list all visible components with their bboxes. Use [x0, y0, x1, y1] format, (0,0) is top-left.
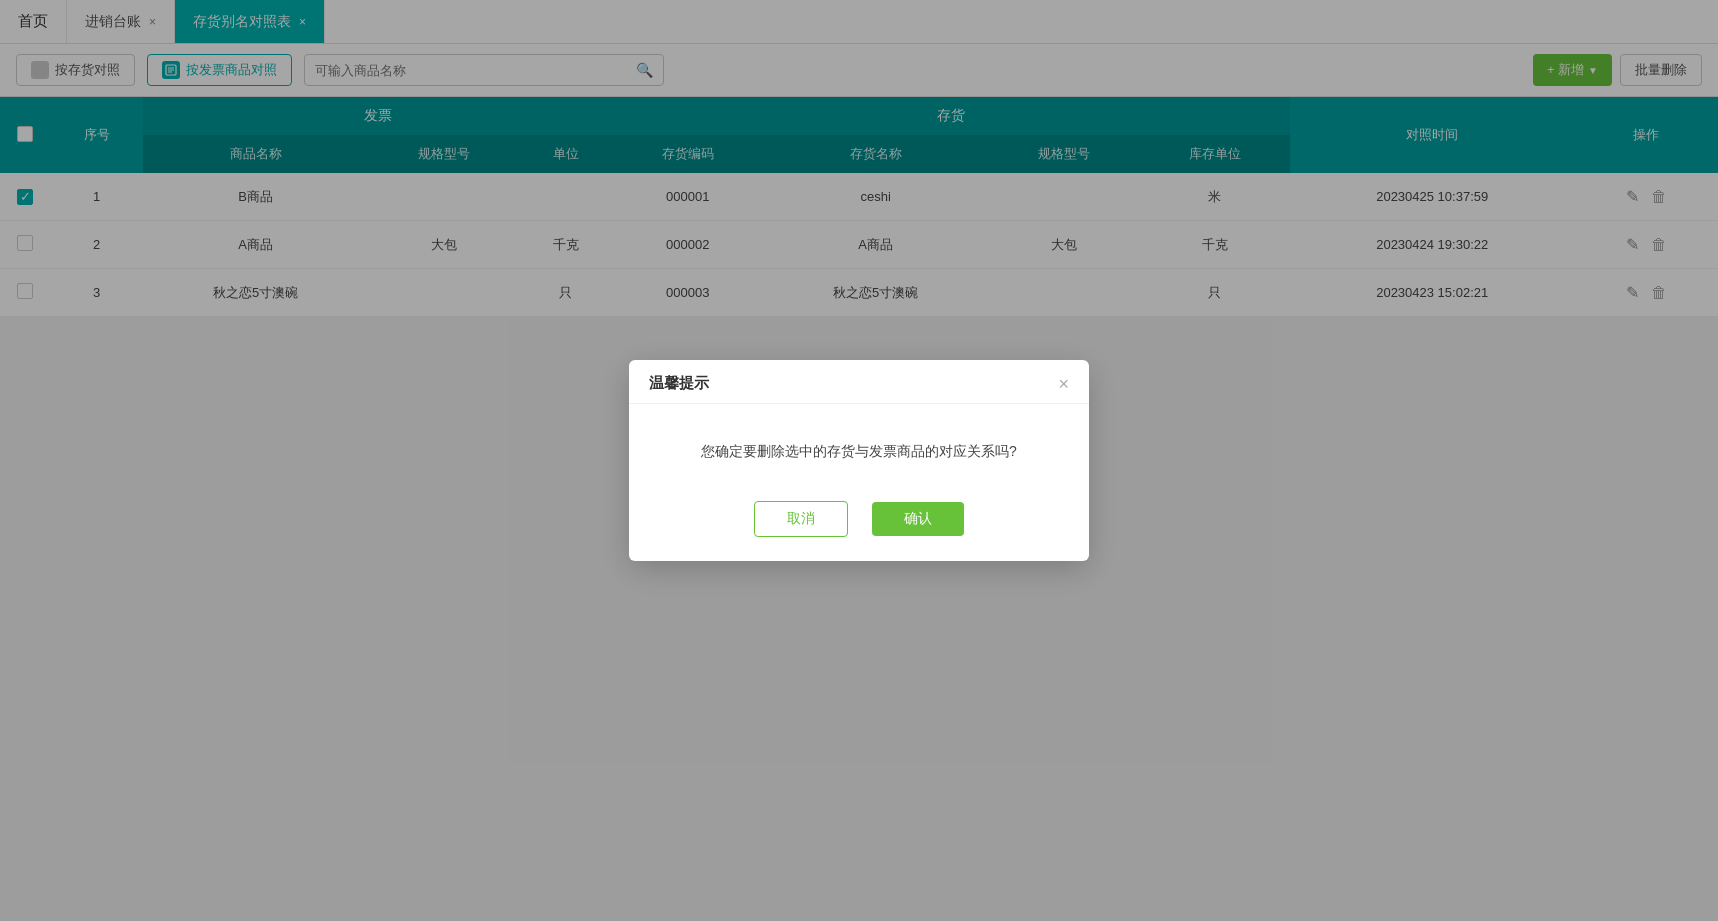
modal-overlay: 温馨提示 × 您确定要删除选中的存货与发票商品的对应关系吗? 取消 确认 [0, 0, 1718, 317]
